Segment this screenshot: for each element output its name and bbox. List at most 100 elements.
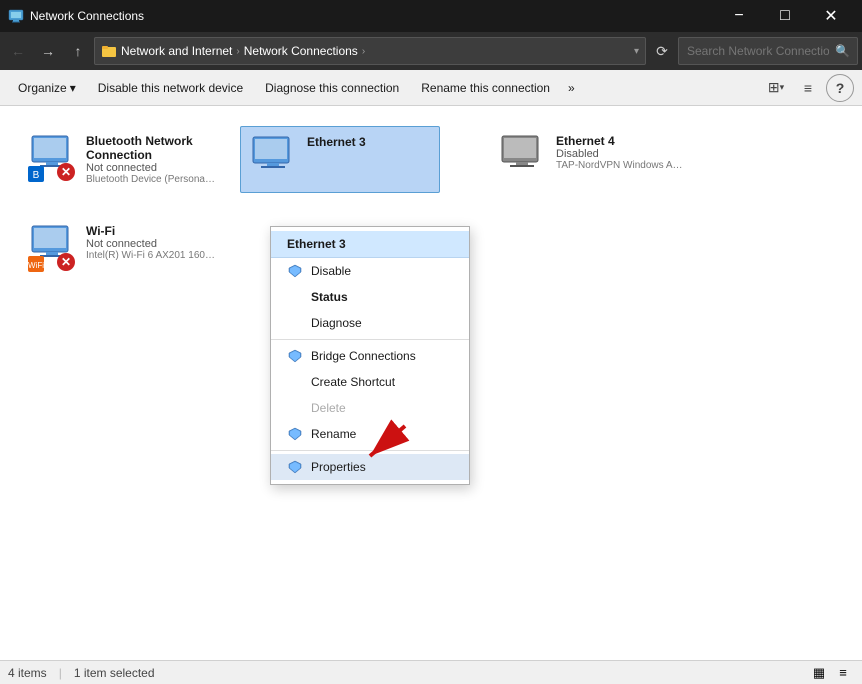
context-menu-disable[interactable]: Disable — [271, 258, 469, 284]
svg-text:B: B — [33, 170, 40, 181]
selected-count: 1 item selected — [74, 666, 155, 680]
bluetooth-icon-wrap: ✕ B — [28, 134, 76, 182]
ethernet4-name: Ethernet 4 — [556, 134, 686, 148]
shortcut-label: Create Shortcut — [311, 375, 395, 389]
more-options-button[interactable]: » — [562, 74, 581, 102]
status-sep: | — [59, 666, 62, 680]
disable-label: Disable this network device — [98, 81, 243, 95]
wifi-name: Wi-Fi — [86, 224, 216, 238]
window-title: Network Connections — [30, 9, 716, 23]
view-grid-icon: ⊞ — [768, 79, 780, 96]
status-view-list-button[interactable]: ≡ — [832, 663, 854, 683]
ethernet3-name: Ethernet 3 — [307, 135, 431, 149]
wifi-icon-wrap: ✕ WiFi — [28, 224, 76, 272]
help-icon: ? — [836, 80, 845, 96]
wifi-detail: Intel(R) Wi-Fi 6 AX201 160MHz — [86, 250, 216, 261]
up-button[interactable]: ↑ — [64, 37, 92, 65]
ethernet4-info: Ethernet 4 Disabled TAP-NordVPN Windows … — [556, 134, 686, 171]
view-pane-icon: ≡ — [804, 80, 812, 96]
status-view-grid-button[interactable]: ▦ — [808, 663, 830, 683]
search-input[interactable] — [678, 37, 858, 65]
status-icon-spacer — [287, 289, 303, 305]
bluetooth-status: Not connected — [86, 162, 216, 174]
red-arrow — [350, 416, 410, 466]
wifi-info: Wi-Fi Not connected Intel(R) Wi-Fi 6 AX2… — [86, 224, 216, 261]
close-button[interactable]: ✕ — [808, 0, 854, 32]
breadcrumb-segment1: Network and Internet — [121, 44, 232, 58]
delete-label: Delete — [311, 401, 346, 415]
ethernet3-monitor-icon — [249, 135, 297, 175]
breadcrumb-sep1: › — [236, 46, 239, 57]
breadcrumb-segment2: Network Connections — [244, 44, 358, 58]
address-bar: ← → ↑ Network and Internet › Network Con… — [0, 32, 862, 70]
context-menu-header: Ethernet 3 — [271, 231, 469, 258]
disabled-icon: ✕ — [56, 162, 76, 182]
status-label: Status — [311, 290, 348, 304]
search-wrap: 🔍 — [678, 37, 858, 65]
bluetooth-detail: Bluetooth Device (Personal Area ... — [86, 174, 216, 185]
ethernet4-monitor-icon — [498, 134, 546, 174]
address-input[interactable]: Network and Internet › Network Connectio… — [94, 37, 646, 65]
search-icon: 🔍 — [835, 44, 850, 58]
toolbar-right: ⊞ ▾ ≡ ? — [762, 74, 854, 102]
network-item-ethernet4[interactable]: Ethernet 4 Disabled TAP-NordVPN Windows … — [490, 126, 690, 190]
disable-label: Disable — [311, 264, 351, 278]
bluetooth-badge-icon: B — [28, 166, 44, 182]
diagnose-label: Diagnose — [311, 316, 362, 330]
breadcrumb: Network and Internet › Network Connectio… — [121, 44, 630, 58]
rename-button[interactable]: Rename this connection — [411, 74, 560, 102]
network-item-ethernet3[interactable]: Ethernet 3 — [240, 126, 440, 193]
bridge-label: Bridge Connections — [311, 349, 416, 363]
status-right-buttons: ▦ ≡ — [808, 663, 854, 683]
organize-label: Organize — [18, 81, 67, 95]
network-item-wifi[interactable]: ✕ WiFi Wi-Fi Not connected Intel(R) Wi-F… — [20, 216, 220, 280]
organize-button[interactable]: Organize ▾ — [8, 74, 86, 102]
context-menu-shortcut[interactable]: Create Shortcut — [271, 369, 469, 395]
maximize-button[interactable]: □ — [762, 0, 808, 32]
change-view-button[interactable]: ⊞ ▾ — [762, 74, 790, 102]
disable-network-button[interactable]: Disable this network device — [88, 74, 253, 102]
folder-icon — [101, 43, 117, 59]
window-controls: − □ ✕ — [716, 0, 854, 32]
context-menu-status[interactable]: Status — [271, 284, 469, 310]
title-bar: Network Connections − □ ✕ — [0, 0, 862, 32]
network-item-bluetooth[interactable]: ✕ B Bluetooth Network Connection Not con… — [20, 126, 220, 193]
wifi-badge-icon: WiFi — [28, 256, 44, 272]
toolbar: Organize ▾ Disable this network device D… — [0, 70, 862, 106]
bluetooth-name: Bluetooth Network Connection — [86, 134, 216, 162]
disable-icon — [287, 263, 303, 279]
properties-shield-icon — [287, 459, 303, 475]
ethernet3-icon-wrap — [249, 135, 297, 183]
rename-label: Rename this connection — [421, 81, 550, 95]
app-icon — [8, 8, 24, 24]
help-button[interactable]: ? — [826, 74, 854, 102]
context-menu-diagnose[interactable]: Diagnose — [271, 310, 469, 336]
forward-button[interactable]: → — [34, 37, 62, 65]
bridge-icon — [287, 348, 303, 364]
wifi-status: Not connected — [86, 238, 216, 250]
diagnose-button[interactable]: Diagnose this connection — [255, 74, 409, 102]
address-chevron[interactable]: ▾ — [634, 46, 639, 57]
ethernet3-info: Ethernet 3 — [307, 135, 431, 149]
refresh-button[interactable]: ⟳ — [648, 37, 676, 65]
svg-text:✕: ✕ — [61, 165, 71, 179]
minimize-button[interactable]: − — [716, 0, 762, 32]
shortcut-icon-spacer — [287, 374, 303, 390]
diagnose-label: Diagnose this connection — [265, 81, 399, 95]
back-button[interactable]: ← — [4, 37, 32, 65]
item-count: 4 items — [8, 666, 47, 680]
context-menu-sep1 — [271, 339, 469, 340]
view-pane-button[interactable]: ≡ — [794, 74, 822, 102]
rename-shield-icon — [287, 426, 303, 442]
content-area: ✕ B Bluetooth Network Connection Not con… — [0, 106, 862, 660]
bluetooth-info: Bluetooth Network Connection Not connect… — [86, 134, 216, 185]
svg-text:WiFi: WiFi — [28, 261, 44, 270]
ethernet4-status: Disabled — [556, 148, 686, 160]
context-menu-bridge[interactable]: Bridge Connections — [271, 343, 469, 369]
organize-chevron: ▾ — [70, 81, 76, 95]
wifi-disabled-icon: ✕ — [56, 252, 76, 272]
ethernet4-detail: TAP-NordVPN Windows Adapter ... — [556, 160, 686, 171]
ethernet4-icon-wrap — [498, 134, 546, 182]
breadcrumb-sep2: › — [362, 46, 365, 57]
diagnose-icon-spacer — [287, 315, 303, 331]
